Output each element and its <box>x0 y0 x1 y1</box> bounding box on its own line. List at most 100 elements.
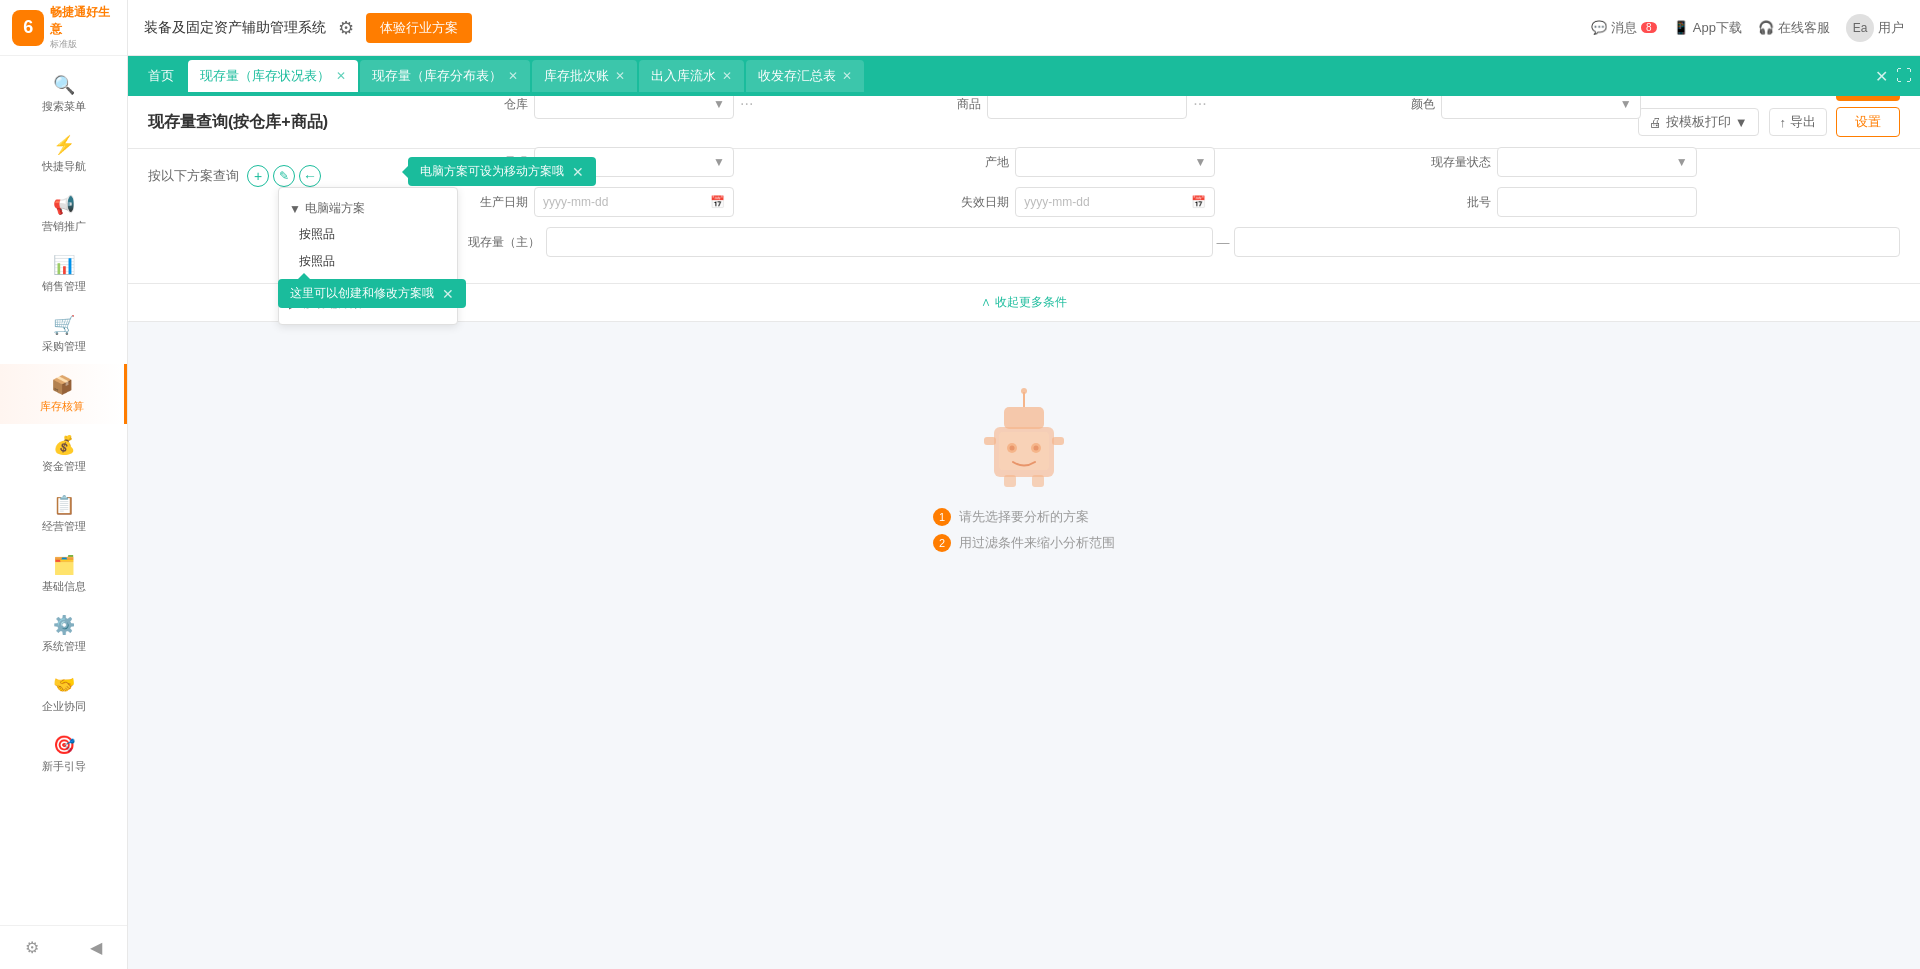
logo-area: 6 畅捷通好生意 标准版 <box>0 0 127 56</box>
page-content: 现存量查询(按仓库+商品) 🖨 按模板打印 ▼ ↑ 导出 ↻ 刷新 <box>128 96 1920 969</box>
close-tab-receive-summary[interactable]: ✕ <box>842 69 852 83</box>
marketing-icon: 📢 <box>53 194 75 216</box>
filter-header: 按以下方案查询 + ✎ ← 电脑方案可设为移动方案哦 ✕ <box>148 165 1900 187</box>
scheme-tooltip-1: 电脑方案可设为移动方案哦 ✕ <box>408 157 596 186</box>
stock-main-range: — <box>546 227 1900 257</box>
sidebar-item-enterprise[interactable]: 🤝 企业协同 <box>0 664 127 724</box>
sidebar-item-quicknav[interactable]: ⚡ 快捷导航 <box>0 124 127 184</box>
filter-row-3: 生产日期 yyyy-mm-dd 📅 失效日期 yyyy-mm-dd 📅 <box>468 187 1900 217</box>
stock-main-min[interactable] <box>546 227 1213 257</box>
batch-input[interactable] <box>1497 187 1697 217</box>
phone-icon: 📱 <box>1673 20 1689 35</box>
settings-gear-icon[interactable]: ⚙ <box>338 17 354 39</box>
svg-rect-7 <box>1052 437 1064 445</box>
close-tooltip-1[interactable]: ✕ <box>572 164 584 180</box>
sidebar-nav: 🔍 搜索菜单 ⚡ 快捷导航 📢 营销推广 📊 销售管理 🛒 采购管理 📦 库存核… <box>0 56 127 925</box>
app-download-item[interactable]: 📱 App下载 <box>1673 19 1742 37</box>
user-item[interactable]: Ea 用户 <box>1846 14 1904 42</box>
sidebar-item-inventory[interactable]: 📦 库存核算 <box>0 364 127 424</box>
enterprise-icon: 🤝 <box>53 674 75 696</box>
close-tab-inventory-dist[interactable]: ✕ <box>508 69 518 83</box>
color-select[interactable]: ▼ <box>1441 96 1641 119</box>
scheme-item-1[interactable]: 按照品 <box>279 221 457 248</box>
sidebar-item-system[interactable]: ⚙️ 系统管理 <box>0 604 127 664</box>
scheme-item-2[interactable]: 按照品 <box>279 248 457 275</box>
warehouse-group: 仓库 ▼ ··· <box>468 96 909 119</box>
filter-label: 按以下方案查询 <box>148 167 239 185</box>
reset-btn[interactable]: 设置 <box>1836 107 1900 137</box>
svg-point-10 <box>1021 388 1027 394</box>
svg-point-5 <box>1034 446 1039 451</box>
close-all-tabs-btn[interactable]: ✕ <box>1875 67 1888 86</box>
notification-item[interactable]: 💬 消息 8 <box>1591 19 1657 37</box>
tab-inventory-dist[interactable]: 现存量（库存分布表） ✕ <box>360 60 530 92</box>
add-scheme-btn[interactable]: + <box>247 165 269 187</box>
filter-row-4: 现存量（主） — <box>468 227 1900 257</box>
query-btn[interactable]: 查询 <box>1836 96 1900 101</box>
stock-main-max[interactable] <box>1234 227 1901 257</box>
edit-scheme-btn[interactable]: ✎ <box>273 165 295 187</box>
search-icon: 🔍 <box>53 74 75 96</box>
close-tab-batch-ledger[interactable]: ✕ <box>615 69 625 83</box>
close-tab-inout-flow[interactable]: ✕ <box>722 69 732 83</box>
sidebar-item-basic[interactable]: 🗂️ 基础信息 <box>0 544 127 604</box>
batch-label: 批号 <box>1431 194 1491 211</box>
warehouse-more-icon[interactable]: ··· <box>740 96 753 113</box>
purchase-icon: 🛒 <box>53 314 75 336</box>
action-buttons: 查询 设置 <box>1836 96 1900 137</box>
collapse-sidebar-btn[interactable]: ◀ <box>90 938 102 957</box>
avatar: Ea <box>1846 14 1874 42</box>
desktop-scheme-header[interactable]: ▼ 电脑端方案 <box>279 196 457 221</box>
color-group: 颜色 ▼ <box>1375 96 1816 119</box>
product-select[interactable] <box>987 96 1187 119</box>
tab-batch-ledger[interactable]: 库存批次账 ✕ <box>532 60 637 92</box>
back-scheme-btn[interactable]: ← <box>299 165 321 187</box>
topbar-left: 装备及固定资产辅助管理系统 ⚙ 体验行业方案 <box>144 13 472 43</box>
exp-date-label: 失效日期 <box>949 194 1009 211</box>
product-group: 商品 ··· <box>921 96 1362 119</box>
tab-inout-flow[interactable]: 出入库流水 ✕ <box>639 60 744 92</box>
svg-rect-12 <box>1032 475 1044 487</box>
sidebar-item-marketing[interactable]: 📢 营销推广 <box>0 184 127 244</box>
sidebar-item-finance[interactable]: 💰 资金管理 <box>0 424 127 484</box>
sidebar-item-purchase[interactable]: 🛒 采购管理 <box>0 304 127 364</box>
chevron-down-icon-desktop: ▼ <box>289 202 301 216</box>
prod-date-input[interactable]: yyyy-mm-dd 📅 <box>534 187 734 217</box>
tab-receive-summary[interactable]: 收发存汇总表 ✕ <box>746 60 864 92</box>
batch-group: 批号 <box>1431 187 1900 217</box>
headset-icon: 🎧 <box>1758 20 1774 35</box>
prod-date-label: 生产日期 <box>468 194 528 211</box>
page-title: 现存量查询(按仓库+商品) <box>148 112 328 133</box>
product-more-icon[interactable]: ··· <box>1193 96 1206 113</box>
finance-icon: 💰 <box>53 434 75 456</box>
filter-row-1: 仓库 ▼ ··· 商品 ··· 颜色 <box>468 96 1900 137</box>
prod-date-group: 生产日期 yyyy-mm-dd 📅 <box>468 187 937 217</box>
tab-inventory-status[interactable]: 现存量（库存状况表） ✕ <box>188 60 358 92</box>
empty-steps: 1 请先选择要分析的方案 2 用过滤条件来缩小分析范围 <box>933 508 1115 552</box>
empty-illustration <box>969 382 1079 492</box>
close-tooltip-2[interactable]: ✕ <box>442 286 454 302</box>
tabbar-actions: ✕ ⛶ <box>1875 67 1912 86</box>
close-tab-inventory-status[interactable]: ✕ <box>336 69 346 83</box>
main-area: 装备及固定资产辅助管理系统 ⚙ 体验行业方案 💬 消息 8 📱 App下载 🎧 … <box>128 0 1920 969</box>
online-service-item[interactable]: 🎧 在线客服 <box>1758 19 1830 37</box>
sidebar-bottom: ⚙ ◀ <box>0 925 127 969</box>
settings-bottom-btn[interactable]: ⚙ <box>25 938 39 957</box>
sidebar-item-search[interactable]: 🔍 搜索菜单 <box>0 64 127 124</box>
sidebar-item-sales[interactable]: 📊 销售管理 <box>0 244 127 304</box>
guide-icon: 🎯 <box>53 734 75 756</box>
sidebar-item-guide[interactable]: 🎯 新手引导 <box>0 724 127 784</box>
warehouse-label: 仓库 <box>468 96 528 113</box>
exp-date-input[interactable]: yyyy-mm-dd 📅 <box>1015 187 1215 217</box>
stock-main-label: 现存量（主） <box>468 234 540 251</box>
quicknav-icon: ⚡ <box>53 134 75 156</box>
warehouse-select[interactable]: ▼ <box>534 96 734 119</box>
sidebar-item-management[interactable]: 📋 经营管理 <box>0 484 127 544</box>
expand-tabs-btn[interactable]: ⛶ <box>1896 67 1912 85</box>
exp-date-group: 失效日期 yyyy-mm-dd 📅 <box>949 187 1418 217</box>
filter-header-buttons: + ✎ ← <box>247 165 321 187</box>
tab-home[interactable]: 首页 <box>136 60 186 92</box>
prod-date-calendar-icon: 📅 <box>710 195 725 209</box>
stock-main-group: 现存量（主） — <box>468 227 1900 257</box>
trial-btn[interactable]: 体验行业方案 <box>366 13 472 43</box>
